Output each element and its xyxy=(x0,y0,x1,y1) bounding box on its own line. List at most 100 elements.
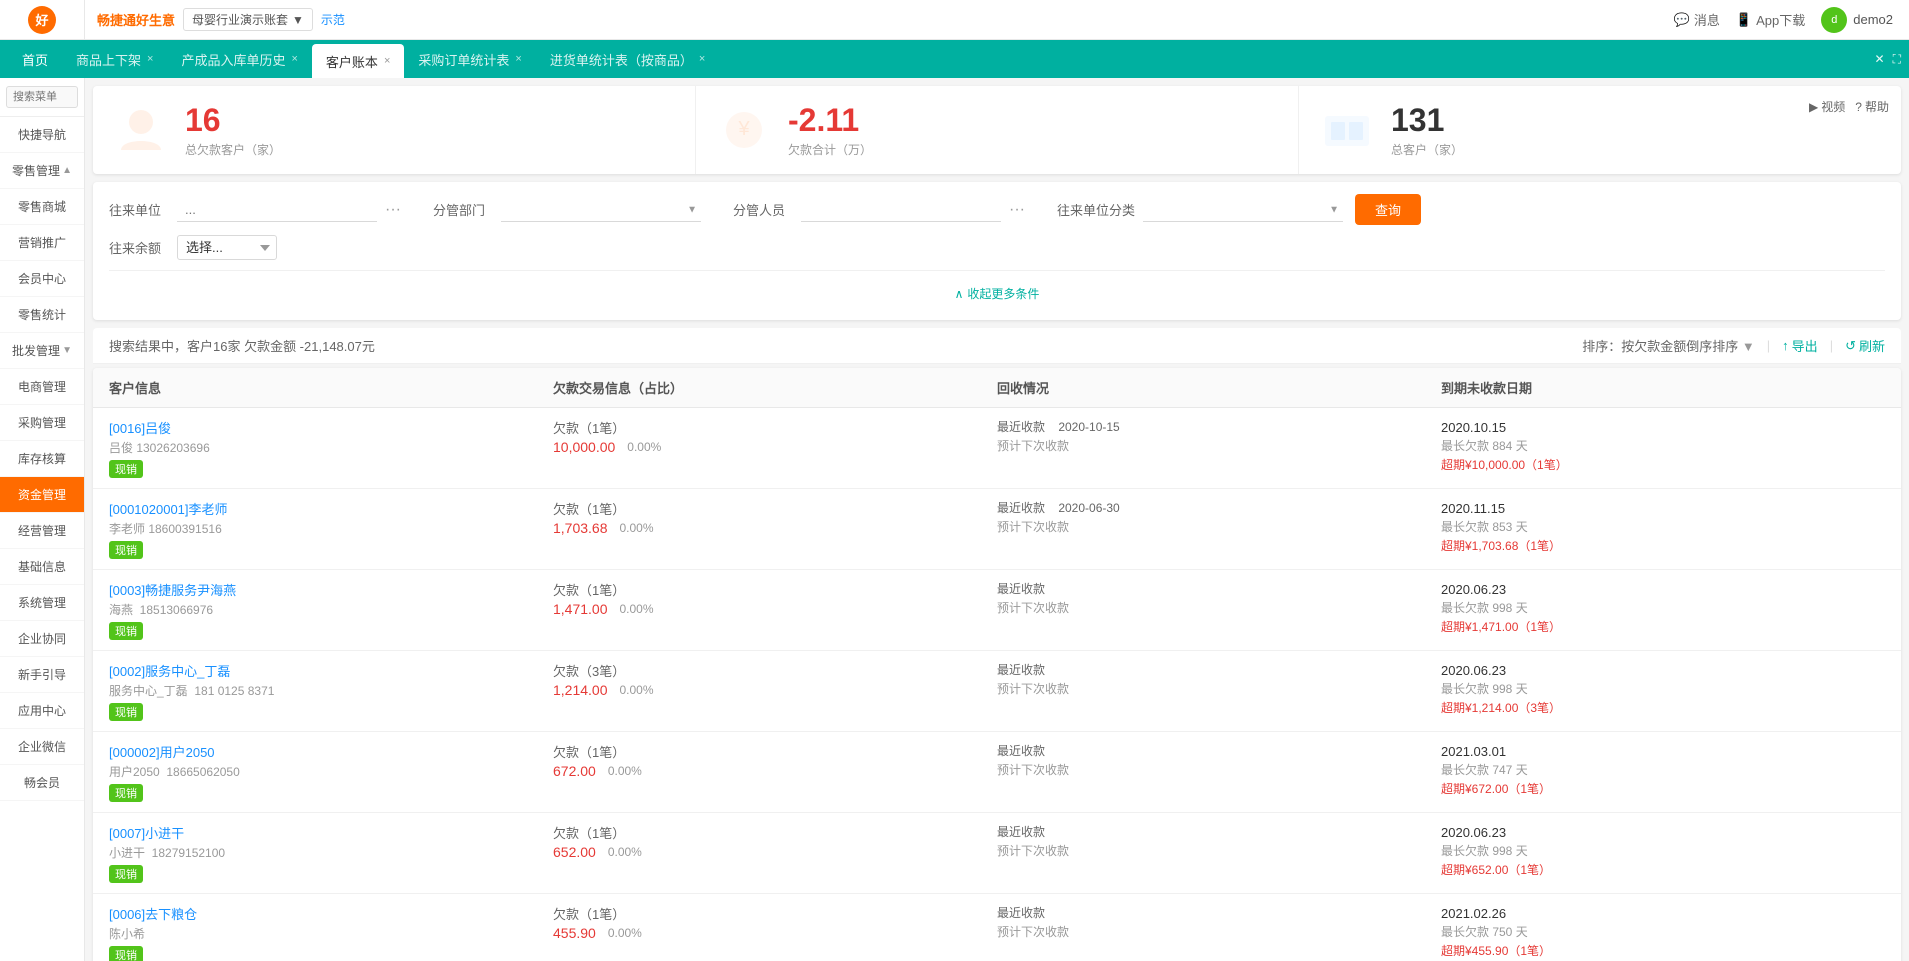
sidebar-item-basic-info[interactable]: 基础信息 xyxy=(0,549,84,585)
sidebar-item-wechat[interactable]: 企业微信 xyxy=(0,729,84,765)
sidebar-search-input[interactable] xyxy=(6,86,78,108)
customer-tag-3: 现销 xyxy=(109,703,143,721)
message-btn[interactable]: 💬 消息 xyxy=(1674,10,1720,29)
user-menu[interactable]: d demo2 xyxy=(1821,7,1893,33)
collection-info-4: 最近收款 预计下次收款 xyxy=(997,742,1441,778)
customer-name-3[interactable]: [0002]服务中心_丁磊 xyxy=(109,664,230,679)
tab-customer-account[interactable]: 客户账本 × xyxy=(312,44,404,78)
stat-total-customers: 131 总客户（家） ▶ 视频 ? 帮助 xyxy=(1299,86,1901,174)
customer-sub-3: 服务中心_丁磊 181 0125 8371 xyxy=(109,682,553,699)
overdue-link-3[interactable]: 超期¥1,214.00（3笔） xyxy=(1441,699,1885,716)
filter-unit-category: 往来单位分类 ▼ xyxy=(1057,198,1343,222)
collection-info-5: 最近收款 预计下次收款 xyxy=(997,823,1441,859)
collapse-btn[interactable]: ∧ 收起更多条件 xyxy=(109,279,1885,308)
overdue-link-1[interactable]: 超期¥1,703.68（1笔） xyxy=(1441,537,1885,554)
refresh-icon: ↺ xyxy=(1845,338,1856,354)
tab-product-offline[interactable]: 商品上下架 × xyxy=(62,40,167,78)
overdue-link-5[interactable]: 超期¥652.00（1笔） xyxy=(1441,861,1885,878)
sidebar-item-guide[interactable]: 新手引导 xyxy=(0,657,84,693)
customer-name-4[interactable]: [000002]用户2050 xyxy=(109,745,215,760)
collapse-row: ∧ 收起更多条件 xyxy=(109,270,1885,308)
tab-production-history[interactable]: 产成品入库单历史 × xyxy=(167,40,311,78)
overdue-link-2[interactable]: 超期¥1,471.00（1笔） xyxy=(1441,618,1885,635)
table-row: [0006]去下粮仓 陈小希 现销 欠款（1笔） 455.90 0.00% 最近… xyxy=(93,894,1901,961)
customer-name-0[interactable]: [0016]吕俊 xyxy=(109,421,171,436)
sidebar-item-app-center[interactable]: 应用中心 xyxy=(0,693,84,729)
sidebar-item-system[interactable]: 系统管理 xyxy=(0,585,84,621)
sidebar-item-wholesale[interactable]: 批发管理 ▼ xyxy=(0,333,84,369)
help-icon: ? xyxy=(1855,100,1862,114)
search-button[interactable]: 查询 xyxy=(1355,194,1421,225)
sort-label: 排序：按欠款金额倒序排序 ▼ xyxy=(1582,336,1755,355)
debt-customers-number: 16 xyxy=(185,102,675,139)
customer-name-2[interactable]: [0003]畅捷服务尹海燕 xyxy=(109,583,236,598)
overdue-info-6: 2021.02.26 最长欠款 750 天 超期¥455.90（1笔） xyxy=(1441,904,1885,959)
total-customers-icon xyxy=(1319,102,1375,158)
sidebar-item-operations[interactable]: 经营管理 xyxy=(0,513,84,549)
customer-tag-5: 现销 xyxy=(109,865,143,883)
close-tab-purchase-stats[interactable]: × xyxy=(699,53,705,65)
table-row: [000002]用户2050 用户2050 18665062050 现销 欠款（… xyxy=(93,732,1901,813)
sidebar-item-finance[interactable]: 资金管理 xyxy=(0,477,84,513)
top-header: 好 畅捷通好生意 母婴行业演示账套 ▼ 示范 💬 消息 📱 App下载 d de… xyxy=(0,0,1909,40)
industry-selector[interactable]: 母婴行业演示账套 ▼ xyxy=(183,8,313,31)
sidebar-item-marketing[interactable]: 营销推广 xyxy=(0,225,84,261)
sidebar-item-member[interactable]: 畅会员 xyxy=(0,765,84,801)
sidebar-item-retail-mgmt[interactable]: 零售管理 ▲ xyxy=(0,153,84,189)
unit-category-input[interactable] xyxy=(1143,198,1343,222)
from-unit-input[interactable] xyxy=(177,198,377,222)
filter-bar: 往来单位 ··· 分管部门 ▼ 分管人员 ··· 往来 xyxy=(93,182,1901,320)
sidebar-item-inventory[interactable]: 库存核算 xyxy=(0,441,84,477)
sidebar-item-ecommerce[interactable]: 电商管理 xyxy=(0,369,84,405)
manager-input[interactable] xyxy=(801,198,1001,222)
overdue-link-0[interactable]: 超期¥10,000.00（1笔） xyxy=(1441,456,1885,473)
customer-name-5[interactable]: [0007]小进干 xyxy=(109,826,184,841)
customer-name-1[interactable]: [0001020001]李老师 xyxy=(109,502,228,517)
tabs-expand-btn[interactable]: ✕ xyxy=(1875,52,1885,66)
tab-purchase-order[interactable]: 采购订单统计表 × xyxy=(404,40,535,78)
overdue-info-4: 2021.03.01 最长欠款 747 天 超期¥672.00（1笔） xyxy=(1441,742,1885,797)
filter-row-1: 往来单位 ··· 分管部门 ▼ 分管人员 ··· 往来 xyxy=(109,194,1885,225)
stat-debt-customers: 16 总欠款客户（家） xyxy=(93,86,696,174)
close-tab-production-history[interactable]: × xyxy=(291,53,297,65)
result-actions: 排序：按欠款金额倒序排序 ▼ | ↑ 导出 | ↺ 刷新 xyxy=(1582,336,1885,355)
sidebar-item-quicknav[interactable]: 快捷导航 xyxy=(0,117,84,153)
tab-purchase-stats[interactable]: 进货单统计表（按商品） × xyxy=(536,40,719,78)
dept-input[interactable] xyxy=(501,198,701,222)
help-btn[interactable]: ? 帮助 xyxy=(1855,98,1889,115)
table-header: 客户信息 欠款交易信息（占比） 回收情况 到期未收款日期 xyxy=(93,368,1901,408)
app-download-btn[interactable]: 📱 App下载 xyxy=(1736,10,1805,29)
debt-amount-label: 欠款合计（万） xyxy=(788,141,1278,158)
from-unit-dots[interactable]: ··· xyxy=(385,201,401,219)
sidebar-item-purchase[interactable]: 采购管理 xyxy=(0,405,84,441)
customer-info-4: [000002]用户2050 用户2050 18665062050 现销 xyxy=(109,742,553,802)
export-icon: ↑ xyxy=(1782,338,1789,353)
export-btn[interactable]: ↑ 导出 xyxy=(1782,336,1818,355)
app-name-area: 畅捷通好生意 母婴行业演示账套 ▼ 示范 xyxy=(85,8,1674,31)
app-name: 畅捷通好生意 xyxy=(97,10,175,29)
sidebar-item-enterprise-collab[interactable]: 企业协同 xyxy=(0,621,84,657)
customer-table: 客户信息 欠款交易信息（占比） 回收情况 到期未收款日期 [0016]吕俊 吕俊… xyxy=(93,368,1901,961)
customer-tag-1: 现销 xyxy=(109,541,143,559)
close-tab-product-offline[interactable]: × xyxy=(147,53,153,65)
tab-home[interactable]: 首页 xyxy=(8,40,62,78)
refresh-btn[interactable]: ↺ 刷新 xyxy=(1845,336,1885,355)
balance-select[interactable]: 选择... xyxy=(177,235,277,260)
balance-label: 往来余额 xyxy=(109,238,169,257)
stat-debt-amount-text: -2.11 欠款合计（万） xyxy=(788,102,1278,158)
view-video-btn[interactable]: ▶ 视频 xyxy=(1809,98,1845,115)
table-row: [0001020001]李老师 李老师 18600391516 现销 欠款（1笔… xyxy=(93,489,1901,570)
overdue-link-6[interactable]: 超期¥455.90（1笔） xyxy=(1441,942,1885,959)
switch-link[interactable]: 示范 xyxy=(321,11,345,28)
result-bar: 搜索结果中，客户16家 欠款金额 -21,148.07元 排序：按欠款金额倒序排… xyxy=(93,328,1901,364)
close-tab-purchase-order[interactable]: × xyxy=(515,53,521,65)
overdue-link-4[interactable]: 超期¥672.00（1笔） xyxy=(1441,780,1885,797)
sidebar-item-retail-mall[interactable]: 零售商城 xyxy=(0,189,84,225)
close-tab-customer-account[interactable]: × xyxy=(384,55,390,67)
debt-info-0: 欠款（1笔） 10,000.00 0.00% xyxy=(553,418,997,455)
tabs-fullscreen-btn[interactable]: ⛶ xyxy=(1893,52,1901,67)
manager-dots[interactable]: ··· xyxy=(1009,201,1025,219)
sidebar-item-member-center[interactable]: 会员中心 xyxy=(0,261,84,297)
customer-name-6[interactable]: [0006]去下粮仓 xyxy=(109,907,197,922)
sidebar-item-retail-stats[interactable]: 零售统计 xyxy=(0,297,84,333)
